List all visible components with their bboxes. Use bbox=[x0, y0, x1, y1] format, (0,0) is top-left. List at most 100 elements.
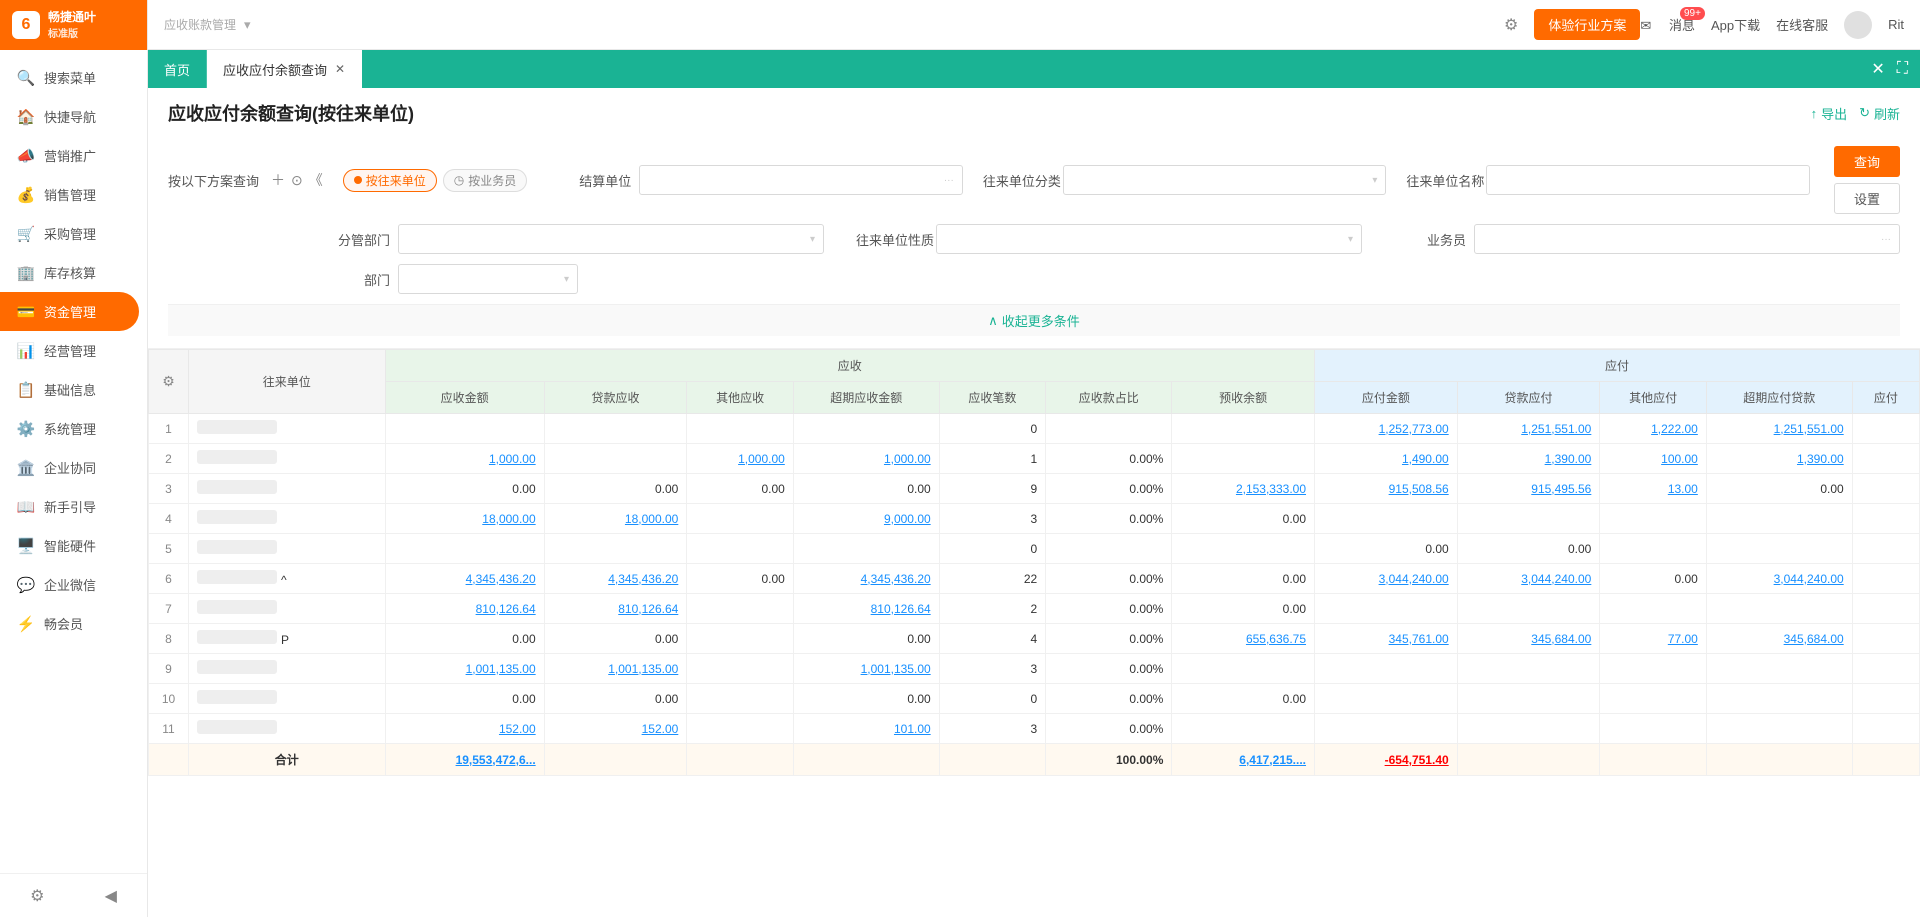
cell-link[interactable]: 810,126.64 bbox=[476, 602, 536, 616]
cell-link[interactable]: 1,000.00 bbox=[738, 452, 785, 466]
trial-solution-button[interactable]: 体验行业方案 bbox=[1534, 9, 1640, 40]
footer-yushou-link[interactable]: 6,417,215.... bbox=[1239, 753, 1306, 767]
filter-chip-partner[interactable]: 按往来单位 bbox=[343, 169, 437, 192]
sidebar-item-enterprise[interactable]: 🏛️ 企业协同 bbox=[0, 448, 147, 487]
cell-link[interactable]: 4,345,436.20 bbox=[466, 572, 536, 586]
data-cell bbox=[793, 414, 939, 444]
cell-link[interactable]: 4,345,436.20 bbox=[608, 572, 678, 586]
sidebar-item-purchase[interactable]: 🛒 采购管理 bbox=[0, 214, 147, 253]
cell-link[interactable]: 1,001,135.00 bbox=[861, 662, 931, 676]
field-wanglaimingcheng-input[interactable] bbox=[1486, 165, 1810, 195]
data-cell bbox=[1172, 534, 1315, 564]
cell-link[interactable]: 1,251,551.00 bbox=[1521, 422, 1591, 436]
cell-link[interactable]: 2,153,333.00 bbox=[1236, 482, 1306, 496]
sidebar-item-wechat[interactable]: 💬 企业微信 bbox=[0, 565, 147, 604]
cell-link[interactable]: 3,044,240.00 bbox=[1379, 572, 1449, 586]
footer-yingfu-je-link[interactable]: -654,751.40 bbox=[1385, 753, 1449, 767]
sidebar-item-quick-nav[interactable]: 🏠 快捷导航 bbox=[0, 97, 147, 136]
cell-link[interactable]: 1,222.00 bbox=[1651, 422, 1698, 436]
cell-link[interactable]: 100.00 bbox=[1661, 452, 1698, 466]
sidebar-collapse-btn[interactable]: ◀ bbox=[105, 886, 117, 906]
cell-link[interactable]: 101.00 bbox=[894, 722, 931, 736]
field-jiesuandanwei-input[interactable]: ··· bbox=[639, 165, 963, 195]
add-filter-btn[interactable]: ＋ bbox=[271, 170, 285, 190]
field-yewuyuan-input[interactable]: ··· bbox=[1474, 224, 1900, 254]
cell-link[interactable]: 9,000.00 bbox=[884, 512, 931, 526]
footer-yingshou-je-link[interactable]: 19,553,472,6... bbox=[456, 753, 536, 767]
th-partner: 往来单位 bbox=[189, 350, 386, 414]
sidebar-item-basic-info[interactable]: 📋 基础信息 bbox=[0, 370, 147, 409]
filter-chip-salesman[interactable]: ◷ 按业务员 bbox=[443, 169, 528, 192]
user-name[interactable]: Rit bbox=[1888, 17, 1904, 32]
cell-link[interactable]: 1,390.00 bbox=[1545, 452, 1592, 466]
data-cell: 0.00 bbox=[1172, 594, 1315, 624]
sidebar-item-marketing[interactable]: 📣 营销推广 bbox=[0, 136, 147, 175]
app-download-link[interactable]: App下载 bbox=[1711, 15, 1760, 34]
table-settings-icon[interactable]: ⚙ bbox=[162, 373, 175, 389]
cell-link[interactable]: 655,636.75 bbox=[1246, 632, 1306, 646]
data-cell bbox=[385, 414, 544, 444]
field-wanglaifenlei-input[interactable]: ▾ bbox=[1063, 165, 1387, 195]
cell-link[interactable]: 152.00 bbox=[642, 722, 679, 736]
cell-link[interactable]: 1,000.00 bbox=[489, 452, 536, 466]
sidebar-item-inventory[interactable]: 🏢 库存核算 bbox=[0, 253, 147, 292]
cell-link[interactable]: 1,390.00 bbox=[1797, 452, 1844, 466]
cell-link[interactable]: 1,001,135.00 bbox=[466, 662, 536, 676]
cell-link[interactable]: 915,495.56 bbox=[1531, 482, 1591, 496]
cell-link[interactable]: 18,000.00 bbox=[482, 512, 535, 526]
data-cell: 810,126.64 bbox=[793, 594, 939, 624]
cell-link[interactable]: 1,252,773.00 bbox=[1379, 422, 1449, 436]
export-button[interactable]: ↑ 导出 bbox=[1811, 104, 1848, 123]
tab-close-icon[interactable]: ✕ bbox=[335, 62, 345, 76]
cell-link[interactable]: 77.00 bbox=[1668, 632, 1698, 646]
cell-link[interactable]: 3,044,240.00 bbox=[1521, 572, 1591, 586]
collapse-more-btn[interactable]: ∧ 收起更多条件 bbox=[168, 304, 1900, 336]
tab-close-window-icon[interactable]: ✕ bbox=[1871, 59, 1884, 79]
cell-link[interactable]: 345,684.00 bbox=[1531, 632, 1591, 646]
cell-link[interactable]: 1,001,135.00 bbox=[608, 662, 678, 676]
sidebar-item-capital[interactable]: 💳 资金管理 bbox=[0, 292, 139, 331]
query-button[interactable]: 查询 bbox=[1834, 146, 1900, 177]
refresh-button[interactable]: ↻ 刷新 bbox=[1859, 104, 1900, 123]
sidebar-item-system[interactable]: ⚙️ 系统管理 bbox=[0, 409, 147, 448]
field-wanglaixin-input[interactable]: ▾ bbox=[936, 224, 1362, 254]
sidebar-item-guide[interactable]: 📖 新手引导 bbox=[0, 487, 147, 526]
sidebar-item-operation[interactable]: 📊 经营管理 bbox=[0, 331, 147, 370]
cell-link[interactable]: 915,508.56 bbox=[1389, 482, 1449, 496]
sidebar-item-hardware[interactable]: 🖥️ 智能硬件 bbox=[0, 526, 147, 565]
partner-cell: ^ bbox=[189, 564, 386, 594]
cell-link[interactable]: 152.00 bbox=[499, 722, 536, 736]
data-cell bbox=[1706, 684, 1852, 714]
th-qita-yingshou: 其他应收 bbox=[687, 382, 794, 414]
message-button[interactable]: ✉ 99+ 消息 bbox=[1640, 15, 1695, 34]
field-bumen-input[interactable]: ▾ bbox=[398, 264, 578, 294]
sidebar-settings-btn[interactable]: ⚙ bbox=[30, 886, 44, 906]
cell-link[interactable]: 3,044,240.00 bbox=[1774, 572, 1844, 586]
tab-maximize-icon[interactable]: ⛶ bbox=[1897, 60, 1908, 78]
tab-query[interactable]: 应收应付余额查询 ✕ bbox=[207, 50, 362, 88]
message-label: 消息 bbox=[1669, 18, 1695, 33]
sidebar-item-sales[interactable]: 💰 销售管理 bbox=[0, 175, 147, 214]
sidebar-item-search-menu[interactable]: 🔍 搜索菜单 bbox=[0, 58, 147, 97]
header-gear-icon[interactable]: ⚙ bbox=[1504, 15, 1518, 35]
collapse-filter-btn[interactable]: 《 bbox=[309, 170, 323, 190]
tab-home[interactable]: 首页 bbox=[148, 50, 207, 88]
cell-link[interactable]: 345,684.00 bbox=[1784, 632, 1844, 646]
setting-button[interactable]: 设置 bbox=[1834, 183, 1900, 214]
sidebar-item-member[interactable]: ⚡ 畅会员 bbox=[0, 604, 147, 643]
settings-filter-btn[interactable]: ⊙ bbox=[291, 172, 303, 189]
user-avatar[interactable] bbox=[1844, 11, 1872, 39]
cell-link[interactable]: 13.00 bbox=[1668, 482, 1698, 496]
th-settings[interactable]: ⚙ bbox=[149, 350, 189, 414]
cell-link[interactable]: 18,000.00 bbox=[625, 512, 678, 526]
cell-link[interactable]: 1,490.00 bbox=[1402, 452, 1449, 466]
cell-link[interactable]: 1,251,551.00 bbox=[1774, 422, 1844, 436]
table-footer-row: 合计 19,553,472,6... 100.00% 6,417,215....… bbox=[149, 744, 1920, 776]
cell-link[interactable]: 810,126.64 bbox=[871, 602, 931, 616]
cell-link[interactable]: 345,761.00 bbox=[1389, 632, 1449, 646]
cell-link[interactable]: 4,345,436.20 bbox=[861, 572, 931, 586]
cell-link[interactable]: 1,000.00 bbox=[884, 452, 931, 466]
cell-link[interactable]: 810,126.64 bbox=[618, 602, 678, 616]
field-fenguan-input[interactable]: ▾ bbox=[398, 224, 824, 254]
online-service-link[interactable]: 在线客服 bbox=[1776, 15, 1828, 34]
